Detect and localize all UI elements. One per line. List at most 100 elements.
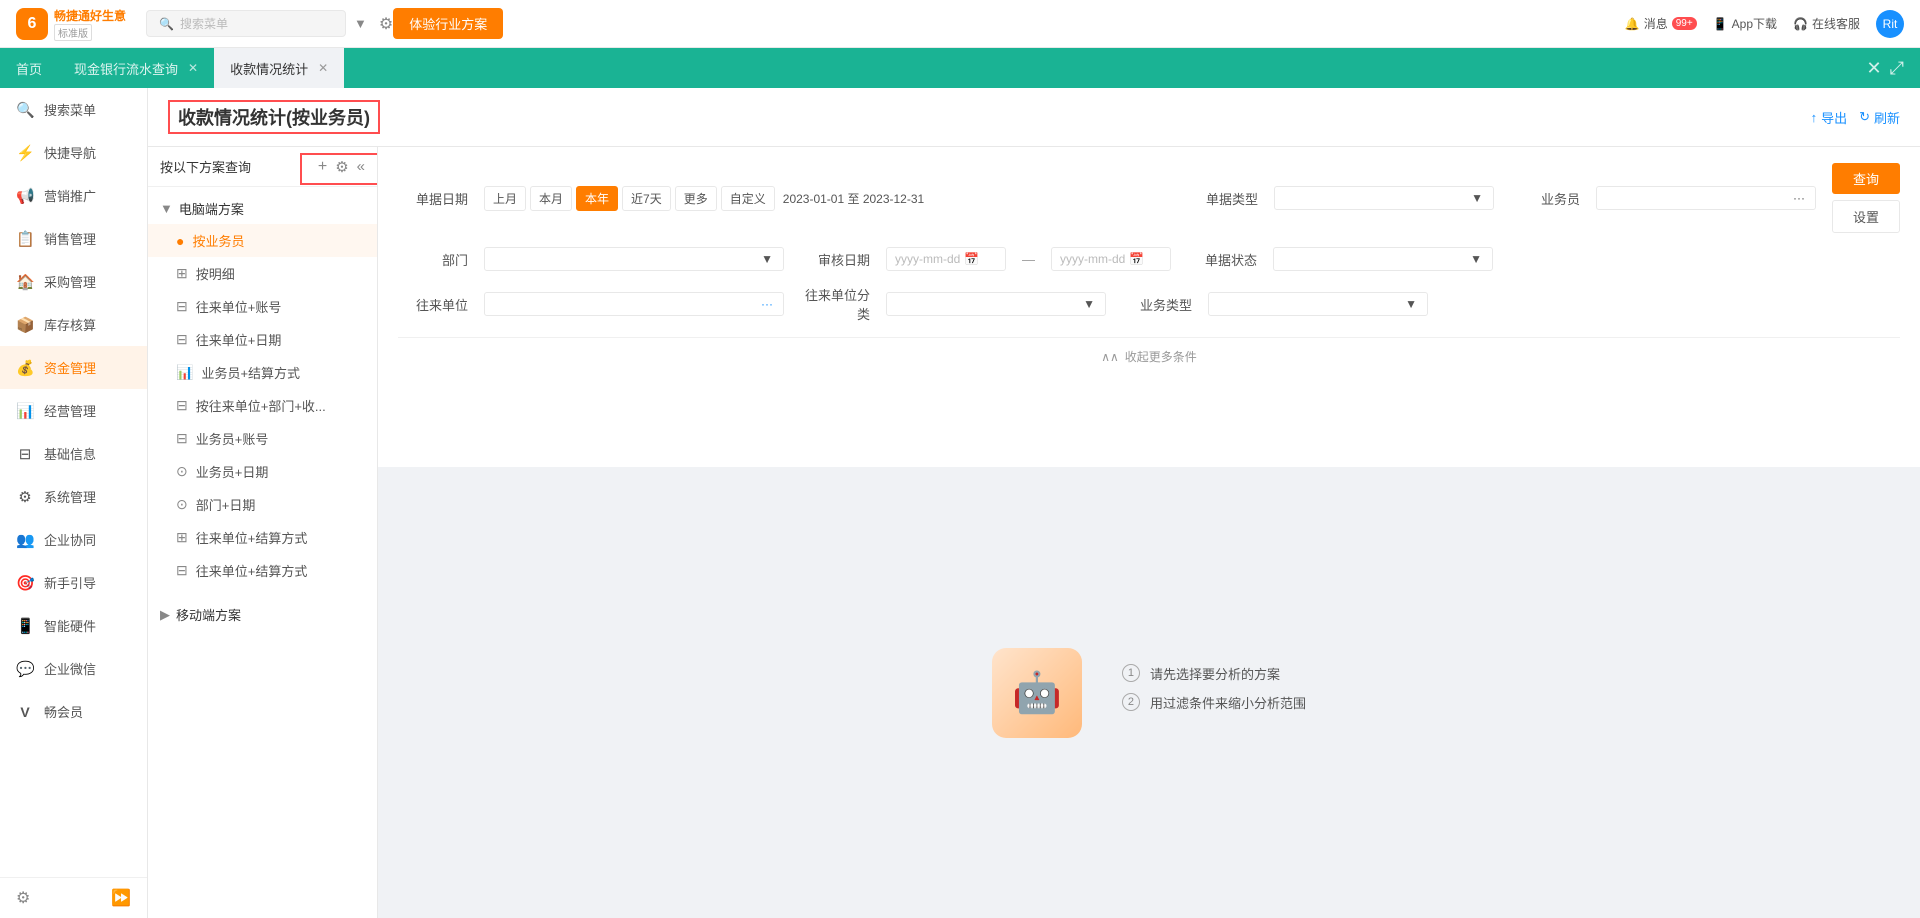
sidebar-item-vip[interactable]: V 畅会员 [0,690,147,733]
sidebar-item-marketing[interactable]: 📢 营销推广 [0,174,147,217]
purchase-icon: 🏠 [16,273,34,291]
refresh-btn[interactable]: ↻ 刷新 [1859,108,1900,127]
detail-scheme-icon: ⊞ [176,265,188,282]
sidebar-item-hardware[interactable]: 📱 智能硬件 [0,604,147,647]
scheme-item-partner-settle2[interactable]: ⊟ 往来单位+结算方式 [148,554,377,587]
review-date-label: 审核日期 [800,250,870,269]
sidebar-item-purchase[interactable]: 🏠 采购管理 [0,260,147,303]
business-type-select[interactable]: ▼ [1208,292,1428,316]
content-area: 收款情况统计(按业务员) ↑ 导出 ↻ 刷新 按以下方案查询 [148,88,1920,918]
more-options-icon: ··· [1793,191,1805,205]
trial-btn[interactable]: 体验行业方案 [393,8,503,39]
collapse-sidebar-icon[interactable]: ⏩ [111,888,131,908]
partner-category-select[interactable]: ▼ [886,292,1106,316]
refresh-icon: ↻ [1859,109,1870,125]
dept-date-icon: ⊙ [176,496,188,513]
review-date-end[interactable]: yyyy-mm-dd 📅 [1051,247,1171,271]
query-btn-group: 查询 设置 [1832,163,1900,233]
vip-icon: V [16,704,34,720]
scheme-item-salesperson-account[interactable]: ⊟ 业务员+账号 [148,422,377,455]
tab-home[interactable]: 首页 [0,48,58,88]
collapse-bar[interactable]: ∧∧ 收起更多条件 [398,337,1900,375]
sidebar-item-wechat[interactable]: 💬 企业微信 [0,647,147,690]
sidebar: 🔍 搜索菜单 ⚡ 快捷导航 📢 营销推广 📋 销售管理 🏠 采购管理 📦 库存核… [0,88,148,918]
shortcut-icon: ⚡ [16,144,34,162]
partner-more-icon[interactable]: ··· [761,297,773,311]
search-dropdown-icon[interactable]: ▼ [354,16,367,31]
dept-select[interactable]: ▼ [484,247,784,271]
guide-icon: 🎯 [16,574,34,592]
sidebar-item-sales[interactable]: 📋 销售管理 [0,217,147,260]
review-date-start[interactable]: yyyy-mm-dd 📅 [886,247,1006,271]
date-btn-this-month[interactable]: 本月 [530,186,572,211]
header-search-bar[interactable]: 🔍 搜索菜单 [146,10,346,37]
sidebar-item-search[interactable]: 🔍 搜索菜单 [0,88,147,131]
empty-step-2: 2 用过滤条件来缩小分析范围 [1122,693,1306,712]
salesperson-select[interactable]: ··· [1596,186,1816,210]
restore-window-icon[interactable]: ⤢ [1890,58,1904,79]
scheme-item-partner-dept-collect[interactable]: ⊟ 按往来单位+部门+收... [148,389,377,422]
query-button[interactable]: 查询 [1832,163,1900,194]
partner-dept-icon: ⊟ [176,397,188,414]
top-header: 6 畅捷通好生意 标准版 🔍 搜索菜单 ▼ ⚙ 体验行业方案 🔔 消息 99+ … [0,0,1920,48]
scheme-item-salesperson-settle[interactable]: 📊 业务员+结算方式 [148,356,377,389]
system-icon: ⚙ [16,488,34,506]
calendar-end-icon: 📅 [1129,252,1144,266]
sidebar-item-finance[interactable]: 💰 资金管理 [0,346,147,389]
date-btn-more[interactable]: 更多 [675,186,717,211]
user-avatar[interactable]: Rit [1876,10,1904,38]
dropdown-icon: ▼ [1471,191,1483,205]
sidebar-item-enterprise[interactable]: 👥 企业协同 [0,518,147,561]
marketing-icon: 📢 [16,187,34,205]
calendar-icon: 📅 [964,252,979,266]
salesperson-settle-icon: 📊 [176,364,193,381]
bill-type-select[interactable]: ▼ [1274,186,1494,210]
settings-icon[interactable]: ⚙ [379,14,393,34]
tab-close-bank[interactable]: ✕ [188,61,198,75]
sidebar-item-operation[interactable]: 📊 经营管理 [0,389,147,432]
tab-bank-flow[interactable]: 现金银行流水查询 ✕ [58,48,214,88]
bill-status-select[interactable]: ▼ [1273,247,1493,271]
biz-type-dropdown-icon: ▼ [1405,297,1417,311]
inventory-icon: 📦 [16,316,34,334]
date-btn-custom[interactable]: 自定义 [721,186,775,211]
partner-settle2-icon: ⊟ [176,562,188,579]
settings-scheme-icon[interactable]: ⚙ [335,158,348,176]
settings-bottom-icon[interactable]: ⚙ [16,888,30,908]
sidebar-item-inventory[interactable]: 📦 库存核算 [0,303,147,346]
close-window-icon[interactable]: ✕ [1867,58,1882,79]
online-service-item[interactable]: 🎧 在线客服 [1793,15,1860,32]
filter-row-3: 往来单位 ··· 往来单位分类 ▼ 业务类型 ▼ [398,285,1900,323]
scheme-item-by-detail[interactable]: ⊞ 按明细 [148,257,377,290]
scheme-group-pc-header[interactable]: ▼ 电脑端方案 [148,193,377,224]
date-btn-this-year[interactable]: 本年 [576,186,618,211]
collapse-scheme-icon[interactable]: « [357,158,365,175]
salesperson-label: 业务员 [1510,189,1580,208]
logo-text: 畅捷通好生意 标准版 [54,7,126,41]
partner-select[interactable]: ··· [484,292,784,316]
sidebar-item-guide[interactable]: 🎯 新手引导 [0,561,147,604]
export-btn[interactable]: ↑ 导出 [1811,108,1848,127]
scheme-item-partner-account[interactable]: ⊟ 往来单位+账号 [148,290,377,323]
filter-row-1: 单据日期 上月 本月 本年 近7天 更多 自定义 2023-01-01 至 20… [398,163,1900,233]
scheme-item-by-salesperson[interactable]: ● 按业务员 [148,224,377,257]
scheme-item-dept-date[interactable]: ⊙ 部门+日期 [148,488,377,521]
scheme-item-salesperson-date[interactable]: ⊙ 业务员+日期 [148,455,377,488]
sidebar-bottom: ⚙ ⏩ [0,877,147,918]
logo-icon: 6 [16,8,48,40]
date-btn-7days[interactable]: 近7天 [622,186,671,211]
tab-collection-stats[interactable]: 收款情况统计 ✕ [214,48,344,88]
date-btn-last-month[interactable]: 上月 [484,186,526,211]
scheme-item-partner-date[interactable]: ⊟ 往来单位+日期 [148,323,377,356]
scheme-item-partner-settle1[interactable]: ⊞ 往来单位+结算方式 [148,521,377,554]
sidebar-item-shortcut[interactable]: ⚡ 快捷导航 [0,131,147,174]
sidebar-item-basic[interactable]: ⊟ 基础信息 [0,432,147,475]
tab-close-collection[interactable]: ✕ [318,61,328,75]
app-download-item[interactable]: 📱 App下载 [1713,15,1777,32]
settings-button[interactable]: 设置 [1832,200,1900,233]
partner-cat-dropdown-icon: ▼ [1083,297,1095,311]
add-scheme-icon[interactable]: + [318,158,327,176]
notification-item[interactable]: 🔔 消息 99+ [1625,15,1697,32]
sidebar-item-system[interactable]: ⚙ 系统管理 [0,475,147,518]
scheme-group-mobile-header[interactable]: ▶ 移动端方案 [148,599,377,630]
